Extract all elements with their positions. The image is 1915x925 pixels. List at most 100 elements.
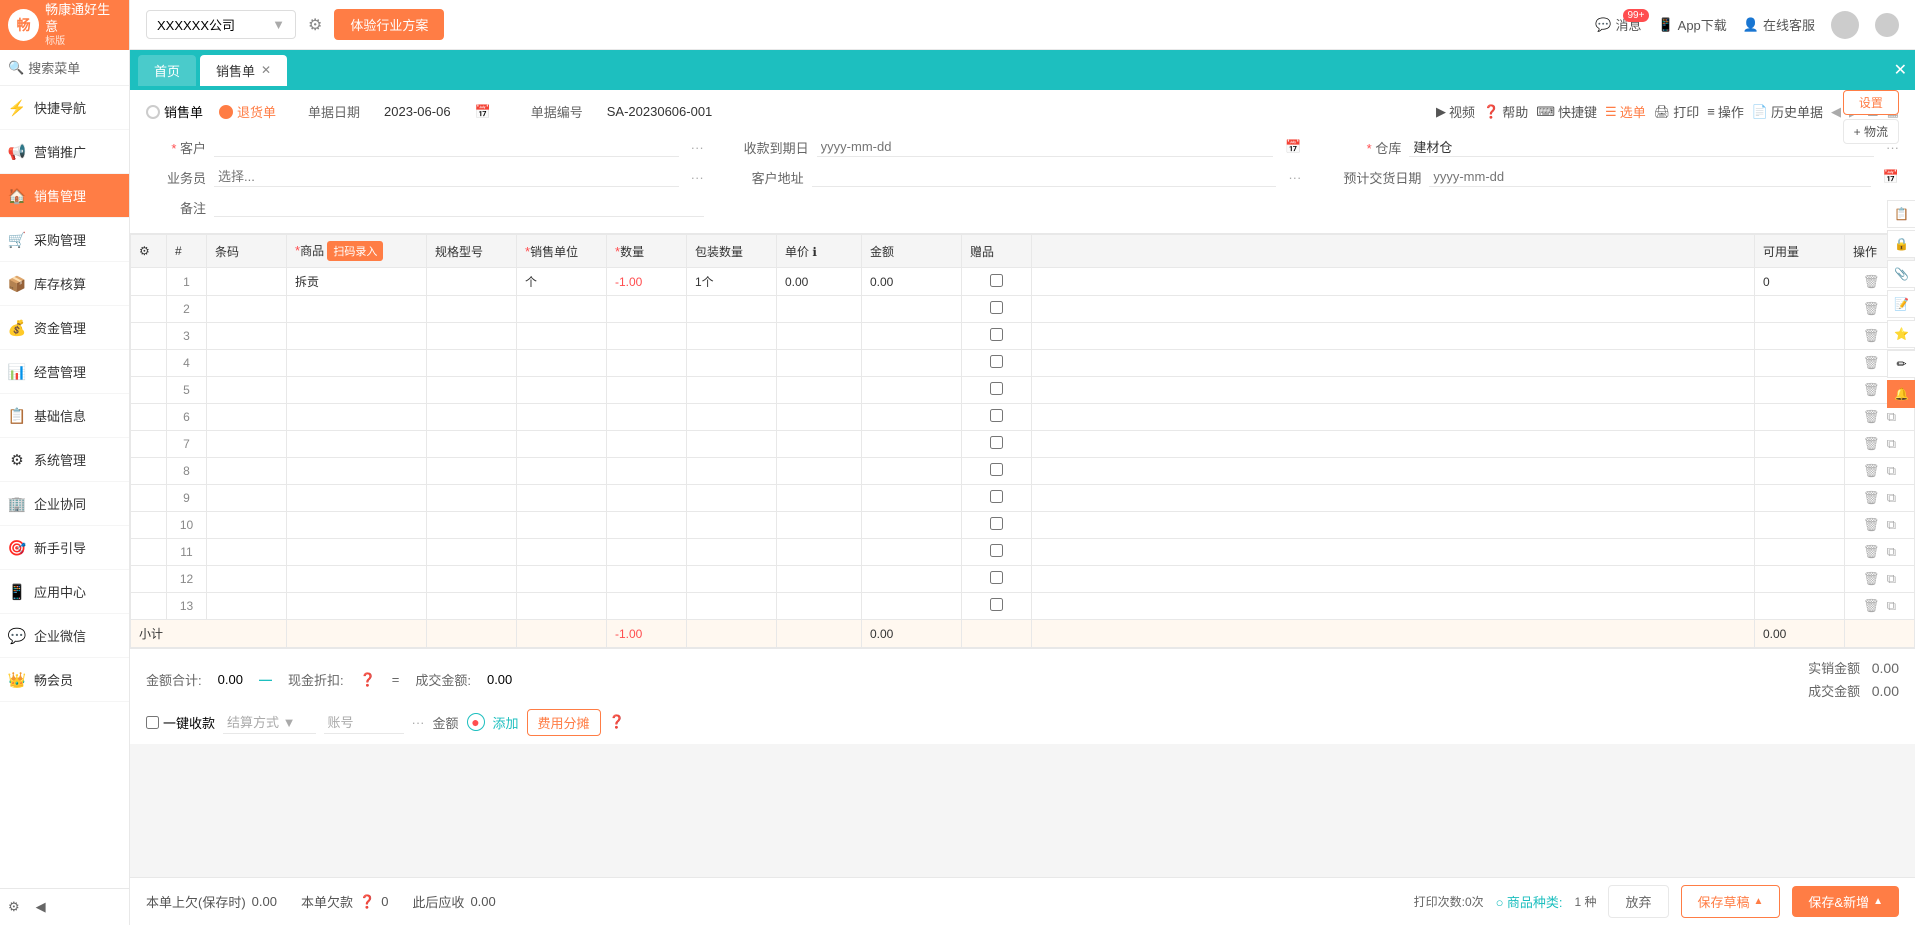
delete-icon-3[interactable]: 🗑 [1863, 355, 1880, 370]
action-video[interactable]: ▶ 视频 [1436, 102, 1475, 121]
right-panel-btn-6[interactable]: ✏ [1887, 350, 1915, 378]
sidebar-item-finance[interactable]: 💰 资金管理 [0, 306, 129, 350]
cell-pkgqty-5[interactable] [687, 404, 777, 431]
action-operation[interactable]: ≡ 操作 [1707, 102, 1744, 121]
cell-pkgqty-12[interactable] [687, 593, 777, 620]
cell-gift-12[interactable] [962, 593, 1032, 620]
cell-amount-2[interactable] [862, 323, 962, 350]
cell-product-4[interactable] [287, 377, 427, 404]
customer-address-picker-icon[interactable]: ··· [1288, 170, 1301, 185]
cell-barcode-2[interactable] [207, 323, 287, 350]
payment-due-input[interactable] [817, 137, 1273, 157]
cell-spec-8[interactable] [427, 485, 517, 512]
remarks-input[interactable] [214, 197, 704, 217]
cell-product-6[interactable] [287, 431, 427, 458]
cell-price-4[interactable] [777, 377, 862, 404]
sidebar-item-purchase[interactable]: 🛒 采购管理 [0, 218, 129, 262]
app-download-btn[interactable]: 📱 App下载 [1657, 15, 1726, 34]
sidebar-collapse-btn[interactable]: ◀ [28, 889, 54, 925]
gift-checkbox-6[interactable] [990, 436, 1003, 449]
cell-amount-8[interactable] [862, 485, 962, 512]
cell-unit-2[interactable] [517, 323, 607, 350]
gift-checkbox-9[interactable] [990, 517, 1003, 530]
message-btn[interactable]: 💬 消息 99+ [1595, 15, 1641, 34]
cell-amount-5[interactable] [862, 404, 962, 431]
cell-pkgqty-8[interactable] [687, 485, 777, 512]
cell-spec-4[interactable] [427, 377, 517, 404]
save-new-button[interactable]: 保存&新增 ▲ [1792, 886, 1899, 917]
cell-amount-9[interactable] [862, 512, 962, 539]
gift-checkbox-4[interactable] [990, 382, 1003, 395]
cell-price-7[interactable] [777, 458, 862, 485]
cell-spec-5[interactable] [427, 404, 517, 431]
right-panel-btn-3[interactable]: 📎 [1887, 260, 1915, 288]
cell-price-3[interactable] [777, 350, 862, 377]
cell-spec-2[interactable] [427, 323, 517, 350]
cell-unit-8[interactable] [517, 485, 607, 512]
customer-input[interactable] [214, 137, 679, 157]
save-draft-button[interactable]: 保存草稿 ▲ [1681, 885, 1781, 918]
copy-icon-12[interactable]: ⧉ [1887, 598, 1896, 613]
trial-button[interactable]: 体验行业方案 [334, 9, 444, 40]
customer-picker-icon[interactable]: ··· [691, 140, 704, 155]
cell-qty-7[interactable] [607, 458, 687, 485]
gift-checkbox-1[interactable] [990, 301, 1003, 314]
cell-product-8[interactable] [287, 485, 427, 512]
scan-button[interactable]: 扫码录入 [327, 241, 383, 261]
delete-icon-8[interactable]: 🗑 [1863, 490, 1880, 505]
sidebar-item-appstore[interactable]: 📱 应用中心 [0, 570, 129, 614]
cell-price-6[interactable] [777, 431, 862, 458]
cell-spec-0[interactable] [427, 268, 517, 296]
cell-unit-4[interactable] [517, 377, 607, 404]
expense-help-icon[interactable]: ❓ [609, 714, 625, 730]
nav-prev-icon[interactable]: ◀ [1831, 104, 1841, 120]
cell-unit-9[interactable] [517, 512, 607, 539]
cell-barcode-3[interactable] [207, 350, 287, 377]
delete-icon-11[interactable]: 🗑 [1863, 571, 1880, 586]
add-label[interactable]: 添加 [493, 713, 519, 732]
settings-btn[interactable]: 设置 [1843, 90, 1899, 115]
right-panel-btn-4[interactable]: 📝 [1887, 290, 1915, 318]
cell-gift-3[interactable] [962, 350, 1032, 377]
cell-barcode-8[interactable] [207, 485, 287, 512]
right-panel-btn-2[interactable]: 🔒 [1887, 230, 1915, 258]
cell-pkgqty-0[interactable]: 1个 [687, 268, 777, 296]
cell-spec-12[interactable] [427, 593, 517, 620]
cell-price-5[interactable] [777, 404, 862, 431]
copy-icon-8[interactable]: ⧉ [1887, 490, 1896, 505]
delete-icon-2[interactable]: 🗑 [1863, 328, 1880, 343]
cell-price-12[interactable] [777, 593, 862, 620]
cell-qty-0[interactable]: -1.00 [607, 268, 687, 296]
user-avatar[interactable] [1831, 11, 1859, 39]
action-shortcut[interactable]: ⌨ 快捷键 [1536, 102, 1597, 121]
delete-icon-1[interactable]: 🗑 [1863, 301, 1880, 316]
settings-gear-btn[interactable]: ⚙ [308, 15, 322, 35]
cell-pkgqty-2[interactable] [687, 323, 777, 350]
copy-icon-7[interactable]: ⧉ [1887, 463, 1896, 478]
calc-method-select[interactable]: 结算方式 ▼ [223, 710, 315, 734]
tabbar-close-btn[interactable]: ✕ [1894, 60, 1907, 80]
gift-checkbox-12[interactable] [990, 598, 1003, 611]
cell-pkgqty-1[interactable] [687, 296, 777, 323]
cell-price-2[interactable] [777, 323, 862, 350]
cell-product-11[interactable] [287, 566, 427, 593]
cell-amount-6[interactable] [862, 431, 962, 458]
action-print[interactable]: 🖨 打印 [1654, 102, 1700, 121]
cell-amount-1[interactable] [862, 296, 962, 323]
cell-qty-5[interactable] [607, 404, 687, 431]
cell-qty-4[interactable] [607, 377, 687, 404]
gift-checkbox-5[interactable] [990, 409, 1003, 422]
gift-checkbox-8[interactable] [990, 490, 1003, 503]
cell-pkgqty-3[interactable] [687, 350, 777, 377]
cell-amount-4[interactable] [862, 377, 962, 404]
cell-barcode-11[interactable] [207, 566, 287, 593]
cell-product-12[interactable] [287, 593, 427, 620]
gift-checkbox-2[interactable] [990, 328, 1003, 341]
salesperson-picker-icon[interactable]: ··· [691, 170, 704, 185]
gift-checkbox-3[interactable] [990, 355, 1003, 368]
cell-amount-3[interactable] [862, 350, 962, 377]
one-click-payment[interactable]: 一键收款 [146, 713, 215, 732]
action-history[interactable]: 📄 历史单据 [1752, 102, 1823, 121]
sidebar-item-operation[interactable]: 📊 经营管理 [0, 350, 129, 394]
cell-gift-10[interactable] [962, 539, 1032, 566]
